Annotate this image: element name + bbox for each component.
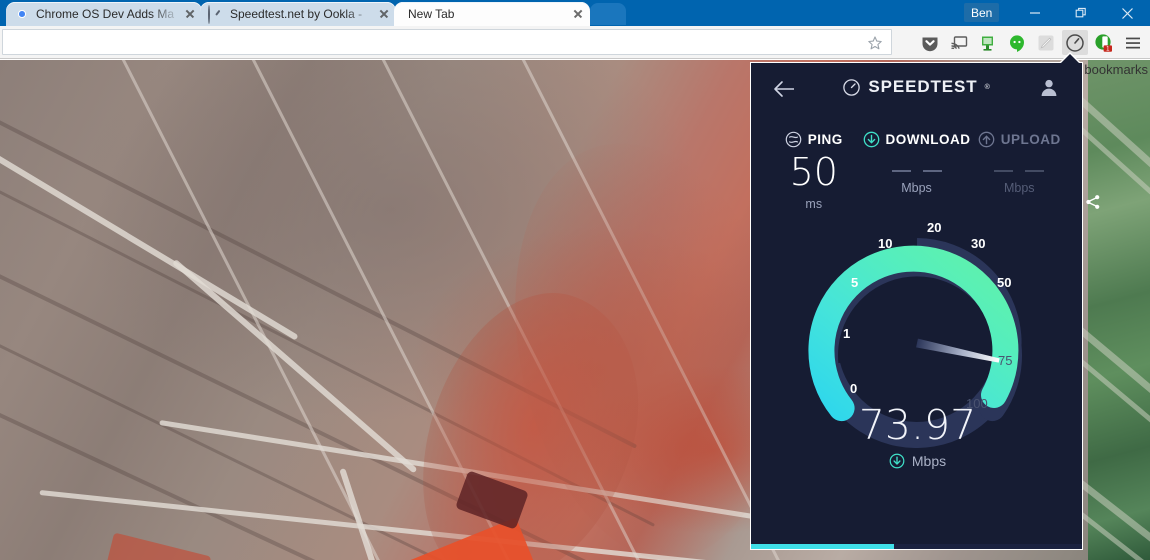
page-bookmarks-label: bookmarks bbox=[1084, 62, 1148, 77]
popup-pointer-arrow-inner bbox=[1061, 54, 1079, 63]
metric-unit: Mbps bbox=[971, 181, 1069, 195]
metric-label: DOWNLOAD bbox=[886, 132, 971, 147]
tab-close-icon[interactable] bbox=[182, 6, 198, 22]
profile-name: Ben bbox=[971, 6, 992, 20]
gauge-tick-0: 0 bbox=[850, 381, 857, 396]
toolbar-extension-icons: 1 bbox=[917, 30, 1146, 55]
metric-placeholder-dashes bbox=[863, 170, 971, 172]
metrics-row: PING 50 ms DOWNLOAD Mbps bbox=[751, 131, 1082, 211]
metric-download-label-row: DOWNLOAD bbox=[863, 131, 971, 148]
title-bar: Chrome OS Dev Adds Ma Speedtest.net by O… bbox=[0, 0, 1150, 26]
metric-placeholder-dashes bbox=[971, 170, 1069, 172]
account-person-icon[interactable] bbox=[1038, 77, 1060, 99]
map-region-fields bbox=[1088, 60, 1150, 560]
speedtest-brand: SPEEDTEST ® bbox=[751, 77, 1082, 97]
brand-text: SPEEDTEST bbox=[868, 77, 977, 97]
download-icon bbox=[889, 453, 905, 469]
tab-title: New Tab bbox=[408, 7, 568, 21]
download-icon bbox=[863, 131, 880, 148]
minimize-button[interactable] bbox=[1012, 0, 1058, 26]
gauge-tick-5: 5 bbox=[851, 275, 858, 290]
metric-value: 50 bbox=[765, 150, 863, 194]
search-input[interactable] bbox=[3, 30, 891, 54]
tab-title: Chrome OS Dev Adds Ma bbox=[36, 7, 180, 21]
browser-toolbar: 1 bbox=[0, 26, 1150, 59]
speed-gauge: 0 1 5 10 20 30 50 75 100 73.97 Mbps bbox=[751, 213, 1083, 448]
tab-new-tab[interactable]: New Tab bbox=[394, 2, 590, 26]
share-icon[interactable] bbox=[1084, 193, 1102, 211]
metric-upload: UPLOAD Mbps bbox=[971, 131, 1069, 211]
extension-badge-icon[interactable]: 1 bbox=[1091, 30, 1117, 55]
test-progress-bar bbox=[751, 544, 1083, 549]
gauge-tick-10: 10 bbox=[878, 236, 892, 251]
bookmark-star-icon[interactable] bbox=[867, 35, 883, 51]
pocket-icon[interactable] bbox=[917, 30, 943, 55]
popup-header: SPEEDTEST ® bbox=[751, 63, 1082, 117]
hangouts-icon[interactable] bbox=[1004, 30, 1030, 55]
gauge-tick-20: 20 bbox=[927, 220, 941, 235]
metric-unit: ms bbox=[765, 197, 863, 211]
window-controls bbox=[1012, 0, 1150, 26]
gauge-value: 73.97 bbox=[751, 401, 1083, 449]
brand-mark: ® bbox=[985, 84, 991, 91]
metric-label: UPLOAD bbox=[1001, 132, 1061, 147]
ping-icon bbox=[785, 131, 802, 148]
upload-icon bbox=[978, 131, 995, 148]
gauge-unit: Mbps bbox=[912, 453, 946, 469]
address-bar[interactable] bbox=[2, 29, 892, 55]
profile-button[interactable]: Ben bbox=[964, 3, 999, 22]
gauge-needle bbox=[916, 339, 1000, 365]
gauge-tick-30: 30 bbox=[971, 236, 985, 251]
pushbullet-icon[interactable] bbox=[1033, 30, 1059, 55]
metric-unit: Mbps bbox=[863, 181, 971, 195]
browser-window: Chrome OS Dev Adds Ma Speedtest.net by O… bbox=[0, 0, 1150, 560]
close-button[interactable] bbox=[1104, 0, 1150, 26]
speedtest-gauge-icon bbox=[842, 78, 861, 97]
cast-icon[interactable] bbox=[946, 30, 972, 55]
speedtest-gauge-icon bbox=[208, 6, 224, 22]
metric-ping-label-row: PING bbox=[765, 131, 863, 148]
metric-download: DOWNLOAD Mbps bbox=[863, 131, 971, 211]
new-tab-button[interactable] bbox=[590, 3, 626, 25]
speedtest-popup[interactable]: SPEEDTEST ® PING bbox=[750, 62, 1083, 550]
gauge-tick-75: 75 bbox=[998, 353, 1012, 368]
tab-speedtest[interactable]: Speedtest.net by Ookla - bbox=[200, 2, 396, 26]
chrome-logo-icon bbox=[14, 6, 30, 22]
metric-label: PING bbox=[808, 132, 843, 147]
gauge-unit-row: Mbps bbox=[751, 453, 1083, 469]
tab-chrome-os-dev[interactable]: Chrome OS Dev Adds Ma bbox=[6, 2, 202, 26]
tab-title: Speedtest.net by Ookla - bbox=[230, 7, 374, 21]
chrome-menu-icon[interactable] bbox=[1120, 30, 1146, 55]
tab-close-icon[interactable] bbox=[570, 6, 586, 22]
metric-upload-label-row: UPLOAD bbox=[971, 131, 1069, 148]
gauge-tick-1: 1 bbox=[843, 326, 850, 341]
tab-close-icon[interactable] bbox=[376, 6, 392, 22]
restore-button[interactable] bbox=[1058, 0, 1104, 26]
test-progress-fill bbox=[751, 544, 894, 549]
metric-ping: PING 50 ms bbox=[765, 131, 863, 211]
screen-capture-icon[interactable] bbox=[975, 30, 1001, 55]
gauge-tick-50: 50 bbox=[997, 275, 1011, 290]
